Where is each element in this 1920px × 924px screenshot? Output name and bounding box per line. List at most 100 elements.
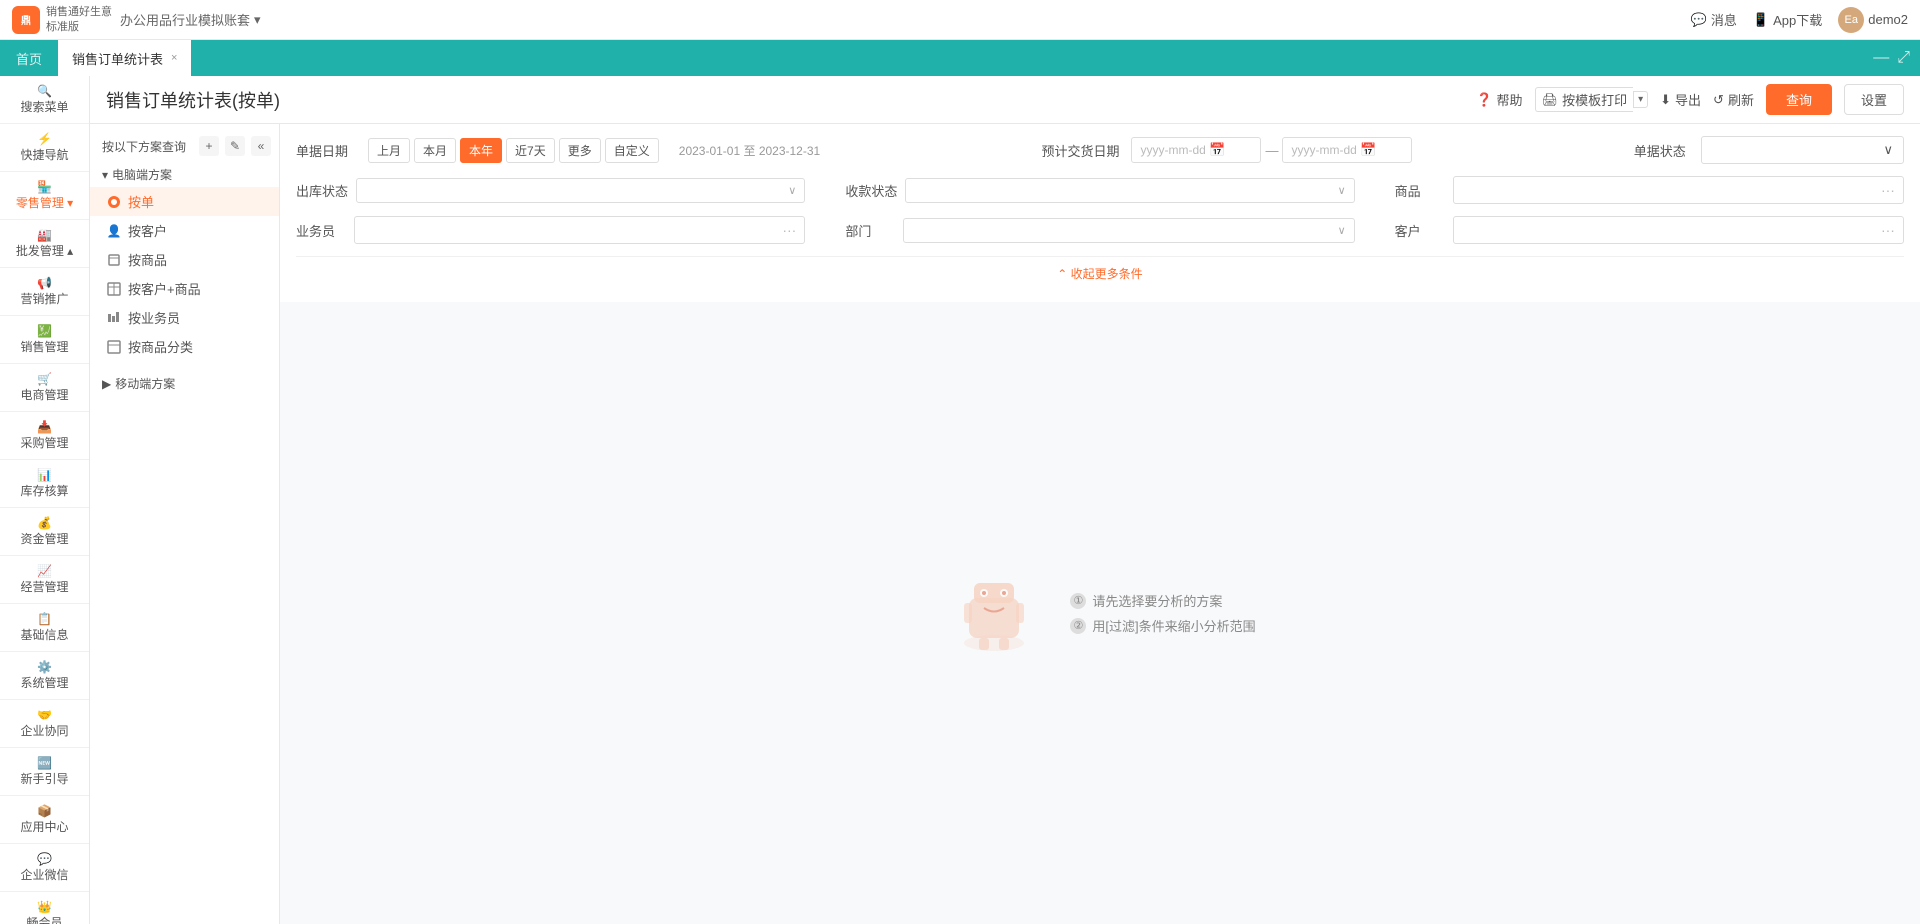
template-print-btn[interactable]: 🖨 按模板打印 bbox=[1535, 87, 1634, 112]
window-minimize-btn[interactable]: — bbox=[1873, 49, 1889, 67]
plan-goods-icon bbox=[106, 252, 122, 268]
plan-item-by-goods[interactable]: 按商品 bbox=[90, 245, 279, 274]
newuser-icon: 🆕 bbox=[37, 756, 52, 770]
operations-icon: 📈 bbox=[37, 564, 52, 578]
finance-icon: 💰 bbox=[37, 516, 52, 530]
mobile-section-arrow-icon: ▶ bbox=[102, 377, 111, 391]
tab-home[interactable]: 首页 bbox=[0, 40, 58, 76]
sidebar-item-purchase[interactable]: 📥 采购管理 bbox=[0, 412, 89, 460]
sidebar-item-appcenter[interactable]: 📦 应用中心 bbox=[0, 796, 89, 844]
empty-illustration bbox=[944, 563, 1044, 663]
sidebar: 🔍 搜索菜单 ⚡ 快捷导航 🏪 零售管理 ▾ 🏭 批发管理 ▴ 📢 营销推广 💹… bbox=[0, 76, 90, 924]
sidebar-item-quicknav[interactable]: ⚡ 快捷导航 bbox=[0, 124, 89, 172]
payment-status-select[interactable]: ∨ bbox=[905, 178, 1354, 203]
refresh-icon: ↺ bbox=[1713, 92, 1724, 108]
sidebar-item-finance[interactable]: 💰 资金管理 bbox=[0, 508, 89, 556]
plan-item-by-customer[interactable]: 👤 按客户 bbox=[90, 216, 279, 245]
date-btn-this-month[interactable]: 本月 bbox=[414, 138, 456, 163]
top-header: 鼎 销售通好生意 标准版 办公用品行业模拟账套 ▾ 💬 消息 📱 App下载 E… bbox=[0, 0, 1920, 40]
template-print-arrow[interactable]: ▾ bbox=[1633, 91, 1648, 108]
work-area: 按以下方案查询 + ✎ « ▾ 电脑端方案 按单 👤 按客户 bbox=[90, 124, 1920, 924]
sidebar-item-marketing[interactable]: 📢 营销推广 bbox=[0, 268, 89, 316]
expected-date-end[interactable]: yyyy-mm-dd 📅 bbox=[1282, 137, 1412, 163]
department-cell: 部门 ∨ bbox=[845, 218, 1354, 243]
plan-item-by-goods-category[interactable]: 按商品分类 bbox=[90, 332, 279, 361]
edit-plan-btn[interactable]: ✎ bbox=[225, 136, 245, 156]
plan-customer-icon: 👤 bbox=[106, 223, 122, 239]
salesperson-input[interactable]: ··· bbox=[354, 216, 805, 244]
query-button[interactable]: 查询 bbox=[1766, 84, 1832, 115]
sidebar-item-retail[interactable]: 🏪 零售管理 ▾ bbox=[0, 172, 89, 220]
plan-item-by-customer-goods[interactable]: 按客户+商品 bbox=[90, 274, 279, 303]
customer-input[interactable]: ··· bbox=[1453, 216, 1904, 244]
sidebar-item-operations[interactable]: 📈 经营管理 bbox=[0, 556, 89, 604]
payment-status-label: 收款状态 bbox=[845, 181, 897, 200]
main-layout: 🔍 搜索菜单 ⚡ 快捷导航 🏪 零售管理 ▾ 🏭 批发管理 ▴ 📢 营销推广 💹… bbox=[0, 76, 1920, 924]
plan-item-by-salesperson[interactable]: 按业务员 bbox=[90, 303, 279, 332]
user-avatar-area[interactable]: Ea demo2 bbox=[1838, 7, 1908, 33]
left-panel: 按以下方案查询 + ✎ « ▾ 电脑端方案 按单 👤 按客户 bbox=[90, 124, 280, 924]
sidebar-item-newuser[interactable]: 🆕 新手引导 bbox=[0, 748, 89, 796]
date-btn-group: 上月 本月 本年 近7天 更多 自定义 bbox=[368, 138, 659, 163]
workspace-selector[interactable]: 办公用品行业模拟账套 ▾ bbox=[120, 10, 1683, 29]
workspace-chevron-icon: ▾ bbox=[254, 12, 261, 28]
goods-label: 商品 bbox=[1395, 181, 1445, 200]
salesperson-dots-icon[interactable]: ··· bbox=[782, 222, 796, 238]
date-btn-7days[interactable]: 近7天 bbox=[506, 138, 555, 163]
date-filter-row: 单据日期 上月 本月 本年 近7天 更多 自定义 2023-01-01 至 20… bbox=[296, 136, 1904, 164]
sidebar-item-wholesale[interactable]: 🏭 批发管理 ▴ bbox=[0, 220, 89, 268]
print-icon: 🖨 bbox=[1542, 92, 1559, 108]
svg-text:鼎: 鼎 bbox=[21, 15, 31, 27]
collapse-filter-btn[interactable]: ⌃ 收起更多条件 bbox=[296, 256, 1904, 290]
date-btn-this-year[interactable]: 本年 bbox=[460, 138, 502, 163]
date-btn-custom[interactable]: 自定义 bbox=[605, 138, 659, 163]
goods-cell: 商品 ··· bbox=[1395, 176, 1904, 204]
plan-item-by-order[interactable]: 按单 bbox=[90, 187, 279, 216]
pc-section-title: ▾ 电脑端方案 bbox=[90, 160, 279, 187]
plan-customer-goods-icon bbox=[106, 281, 122, 297]
sidebar-item-enterprise[interactable]: 🤝 企业协同 bbox=[0, 700, 89, 748]
message-btn[interactable]: 💬 消息 bbox=[1691, 10, 1737, 29]
expected-date-label: 预计交货日期 bbox=[1041, 141, 1119, 160]
sidebar-item-corpwechat[interactable]: 💬 企业微信 bbox=[0, 844, 89, 892]
department-select[interactable]: ∨ bbox=[903, 218, 1354, 243]
customer-dots-icon[interactable]: ··· bbox=[1881, 222, 1895, 238]
tab-active[interactable]: 销售订单统计表 × bbox=[58, 40, 191, 76]
page-actions: ❓ 帮助 🖨 按模板打印 ▾ ⬇ 导出 ↺ 刷新 bbox=[1476, 84, 1904, 123]
add-plan-btn[interactable]: + bbox=[199, 136, 219, 156]
date-btn-more[interactable]: 更多 bbox=[559, 138, 601, 163]
sidebar-item-ecommerce[interactable]: 🛒 电商管理 bbox=[0, 364, 89, 412]
sidebar-item-search[interactable]: 🔍 搜索菜单 bbox=[0, 76, 89, 124]
window-maximize-btn[interactable]: ⤢ bbox=[1897, 49, 1910, 67]
plan-category-icon bbox=[106, 339, 122, 355]
sidebar-item-basic[interactable]: 📋 基础信息 bbox=[0, 604, 89, 652]
ship-chevron-icon: ∨ bbox=[788, 184, 796, 197]
refresh-btn[interactable]: ↺ 刷新 bbox=[1713, 90, 1754, 109]
message-icon: 💬 bbox=[1691, 12, 1707, 28]
date-btn-last-month[interactable]: 上月 bbox=[368, 138, 410, 163]
settings-button[interactable]: 设置 bbox=[1844, 84, 1904, 115]
status-select[interactable]: ∨ bbox=[1701, 136, 1904, 164]
ship-status-select[interactable]: ∨ bbox=[356, 178, 805, 203]
date-range-text: 2023-01-01 至 2023-12-31 bbox=[679, 142, 820, 159]
sidebar-item-system[interactable]: ⚙️ 系统管理 bbox=[0, 652, 89, 700]
sidebar-item-inventory[interactable]: 📊 库存核算 bbox=[0, 460, 89, 508]
goods-input[interactable]: ··· bbox=[1453, 176, 1904, 204]
help-icon: ❓ bbox=[1476, 92, 1492, 108]
app-download-btn[interactable]: 📱 App下载 bbox=[1753, 10, 1822, 29]
collapse-panel-btn[interactable]: « bbox=[251, 136, 271, 156]
department-chevron-icon: ∨ bbox=[1338, 224, 1346, 237]
export-btn[interactable]: ⬇ 导出 bbox=[1660, 90, 1701, 109]
tab-close-btn[interactable]: × bbox=[171, 52, 177, 64]
help-btn[interactable]: ❓ 帮助 bbox=[1476, 90, 1522, 109]
member-icon: 👑 bbox=[37, 900, 52, 914]
customer-cell: 客户 ··· bbox=[1395, 216, 1904, 244]
expected-date-start[interactable]: yyyy-mm-dd 📅 bbox=[1131, 137, 1261, 163]
empty-state-area: ① 请先选择要分析的方案 ② 用[过滤]条件来缩小分析范围 bbox=[280, 302, 1920, 924]
sidebar-item-sales[interactable]: 💹 销售管理 bbox=[0, 316, 89, 364]
wholesale-icon: 🏭 bbox=[37, 228, 52, 242]
logo-area: 鼎 销售通好生意 标准版 bbox=[12, 5, 112, 34]
goods-dots-icon[interactable]: ··· bbox=[1881, 182, 1895, 198]
purchase-icon: 📥 bbox=[37, 420, 52, 434]
sidebar-item-member[interactable]: 👑 畅会员 bbox=[0, 892, 89, 924]
